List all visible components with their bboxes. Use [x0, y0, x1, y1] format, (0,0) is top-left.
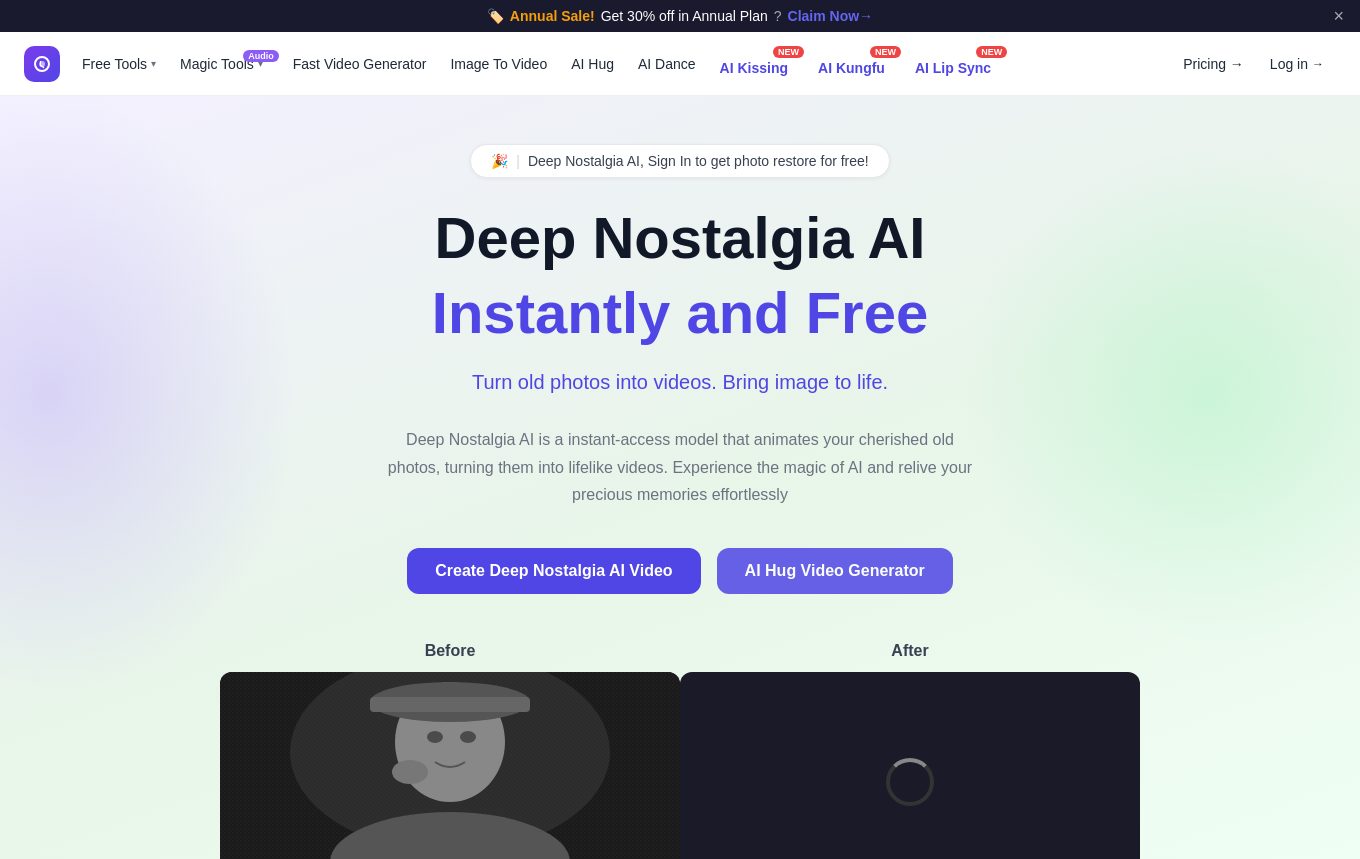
loading-spinner: [886, 758, 934, 806]
free-tools-menu[interactable]: Free Tools ▾: [72, 48, 166, 80]
magic-tools-menu[interactable]: Audio Magic Tools ▾: [170, 48, 279, 80]
svg-rect-6: [370, 697, 530, 712]
ai-kissing-link[interactable]: NEW AI Kissing: [710, 44, 804, 84]
logo-icon: [24, 46, 60, 82]
after-image: [680, 672, 1140, 859]
fast-video-link[interactable]: Fast Video Generator: [283, 48, 437, 80]
ai-lipsync-link[interactable]: NEW AI Lip Sync: [905, 44, 1007, 84]
sale-label: Annual Sale!: [510, 8, 595, 24]
hero-buttons: Create Deep Nostalgia AI Video AI Hug Vi…: [24, 548, 1336, 594]
svg-point-8: [427, 731, 443, 743]
before-after-section: Before: [24, 642, 1336, 859]
claim-link[interactable]: Claim Now→: [788, 8, 874, 24]
hero-subtitle: Turn old photos into videos. Bring image…: [24, 371, 1336, 394]
new-badge-kissing: NEW: [773, 46, 804, 58]
before-label: Before: [220, 642, 680, 660]
new-badge-lipsync: NEW: [976, 46, 1007, 58]
svg-point-10: [392, 760, 428, 784]
logo-link[interactable]: [24, 46, 60, 82]
hero-description: Deep Nostalgia AI is a instant-access mo…: [380, 426, 980, 508]
audio-badge: Audio: [243, 50, 279, 62]
info-icon[interactable]: ?: [774, 8, 782, 24]
badge-text: Deep Nostalgia AI, Sign In to get photo …: [528, 153, 869, 169]
svg-point-0: [39, 61, 45, 67]
hero-section: 🎉 | Deep Nostalgia AI, Sign In to get ph…: [0, 96, 1360, 859]
navbar: Free Tools ▾ Audio Magic Tools ▾ Fast Vi…: [0, 32, 1360, 96]
badge-separator: |: [516, 153, 520, 169]
create-video-button[interactable]: Create Deep Nostalgia AI Video: [407, 548, 700, 594]
hero-title-line2: Instantly and Free: [24, 278, 1336, 348]
announcement-bar: 🏷️ Annual Sale! Get 30% off in Annual Pl…: [0, 0, 1360, 32]
after-label: After: [680, 642, 1140, 660]
svg-point-9: [460, 731, 476, 743]
ai-hug-video-button[interactable]: AI Hug Video Generator: [717, 548, 953, 594]
chevron-down-icon: ▾: [151, 58, 156, 69]
before-column: Before: [220, 642, 680, 859]
arrow-icon: →: [1312, 57, 1324, 71]
login-button[interactable]: Log in →: [1258, 48, 1336, 80]
image-to-video-link[interactable]: Image To Video: [440, 48, 557, 80]
before-image: [220, 672, 680, 859]
new-badge-kungfu: NEW: [870, 46, 901, 58]
hero-title-line1: Deep Nostalgia AI: [24, 206, 1336, 270]
announcement-text: Get 30% off in Annual Plan: [601, 8, 768, 24]
close-announcement-button[interactable]: ×: [1333, 7, 1344, 25]
party-icon: 🎉: [491, 153, 508, 169]
pricing-link[interactable]: Pricing →: [1173, 48, 1254, 80]
after-column: After: [680, 642, 1140, 859]
ai-dance-link[interactable]: AI Dance: [628, 48, 706, 80]
hero-badge[interactable]: 🎉 | Deep Nostalgia AI, Sign In to get ph…: [470, 144, 890, 178]
ai-kungfu-link[interactable]: NEW AI Kungfu: [808, 44, 901, 84]
tag-icon: 🏷️: [487, 8, 504, 24]
ai-hug-link[interactable]: AI Hug: [561, 48, 624, 80]
